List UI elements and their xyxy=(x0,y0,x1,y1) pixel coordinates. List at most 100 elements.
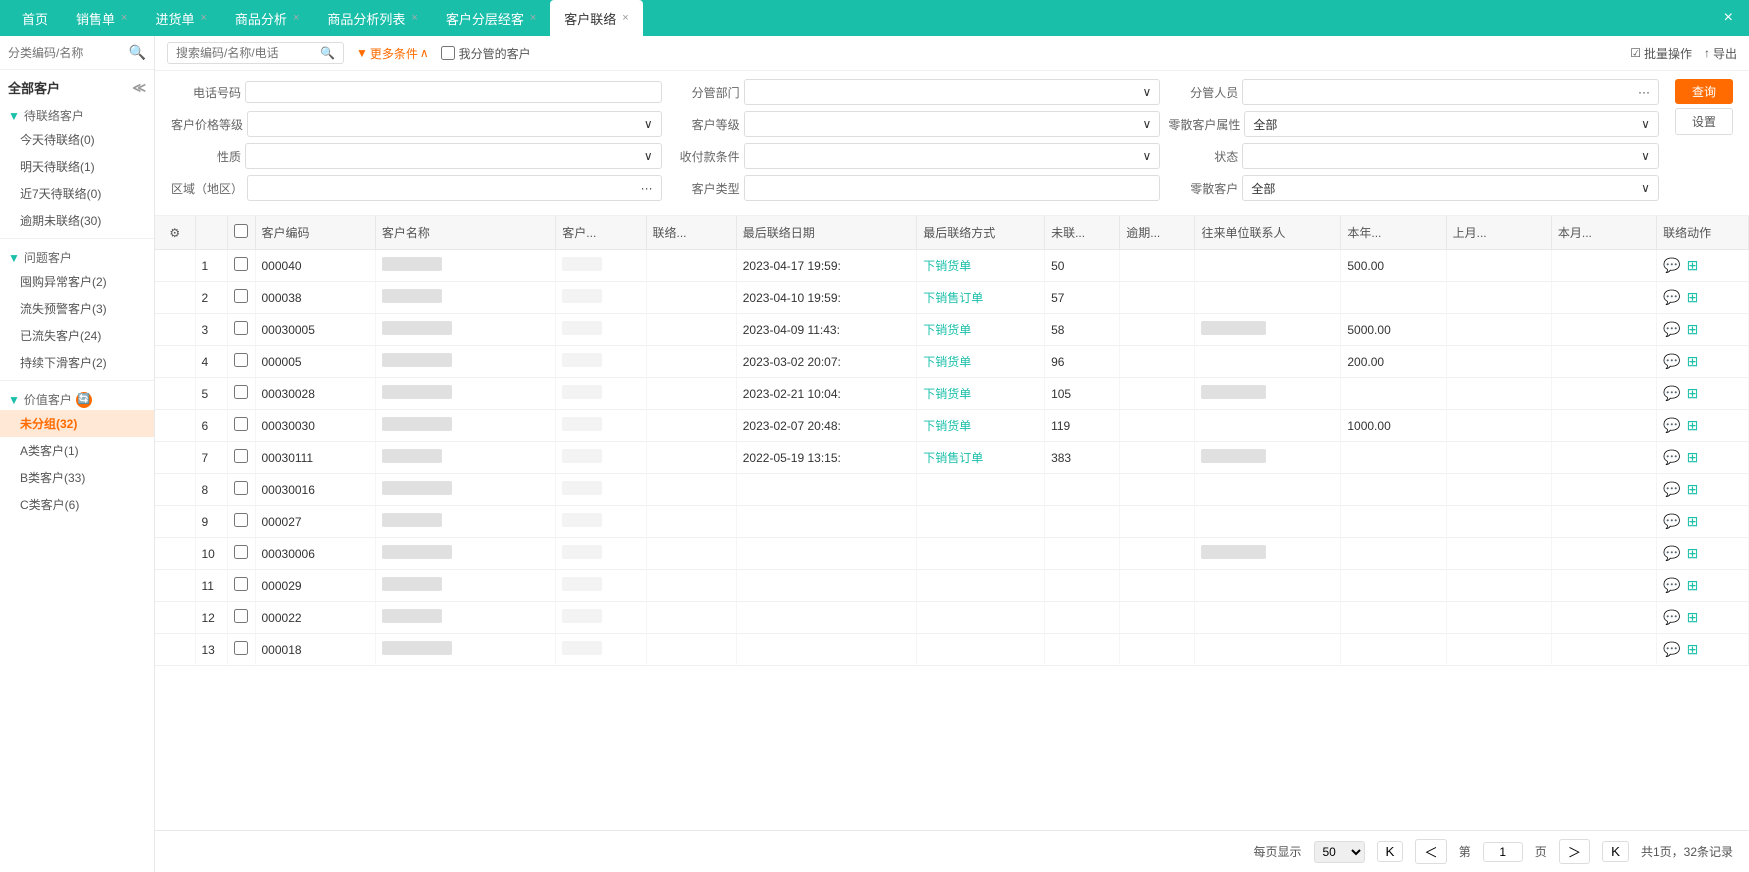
sidebar-item[interactable]: B类客户(33) xyxy=(0,464,154,491)
sidebar-item[interactable]: 逾期未联络(30) xyxy=(0,207,154,234)
sidebar-item[interactable]: 明天待联络(1) xyxy=(0,153,154,180)
next-page-btn[interactable]: ＞ xyxy=(1559,839,1590,864)
close-tab-customer-segmentation[interactable]: × xyxy=(530,12,536,24)
batch-operations-btn[interactable]: ☑ 批量操作 xyxy=(1630,45,1692,62)
chat-icon[interactable]: 💬 xyxy=(1663,257,1680,274)
contact-way-link[interactable]: 下销货单 xyxy=(923,387,971,401)
td-checkbox[interactable] xyxy=(227,538,255,570)
chat-icon[interactable]: 💬 xyxy=(1663,353,1680,370)
page-number-input[interactable] xyxy=(1483,842,1523,862)
nav-tab-sales[interactable]: 销售单 × xyxy=(62,0,141,36)
grid-icon[interactable]: ⊞ xyxy=(1687,289,1699,306)
contact-way-link[interactable]: 下销货单 xyxy=(923,355,971,369)
per-page-select[interactable]: 50 20 100 xyxy=(1314,841,1365,863)
nav-tab-customer-segmentation[interactable]: 客户分层经客 × xyxy=(432,0,550,36)
row-checkbox[interactable] xyxy=(234,449,248,463)
grid-icon[interactable]: ⊞ xyxy=(1687,353,1699,370)
chat-icon[interactable]: 💬 xyxy=(1663,609,1680,626)
main-search-icon[interactable]: 🔍 xyxy=(320,46,335,60)
chat-icon[interactable]: 💬 xyxy=(1663,577,1680,594)
contact-way-link[interactable]: 下销货单 xyxy=(923,419,971,433)
row-checkbox[interactable] xyxy=(234,481,248,495)
chat-icon[interactable]: 💬 xyxy=(1663,481,1680,498)
row-checkbox[interactable] xyxy=(234,513,248,527)
row-checkbox[interactable] xyxy=(234,641,248,655)
grid-icon[interactable]: ⊞ xyxy=(1687,417,1699,434)
price-level-select[interactable]: ∨ xyxy=(247,111,662,137)
more-conditions-btn[interactable]: ▼ 更多条件 ∧ xyxy=(356,45,429,62)
phone-input[interactable] xyxy=(245,81,662,103)
td-checkbox[interactable] xyxy=(227,314,255,346)
chat-icon[interactable]: 💬 xyxy=(1663,641,1680,658)
sidebar-item[interactable]: 近7天待联络(0) xyxy=(0,180,154,207)
row-checkbox[interactable] xyxy=(234,257,248,271)
collapse-icon[interactable]: ≪ xyxy=(132,80,146,96)
nature-select[interactable]: ∨ xyxy=(245,143,662,169)
sidebar-search-box[interactable]: 🔍 xyxy=(0,36,154,70)
close-tab-customer-contact[interactable]: × xyxy=(622,12,628,24)
status-select[interactable]: ∨ xyxy=(1242,143,1659,169)
td-checkbox[interactable] xyxy=(227,410,255,442)
row-checkbox[interactable] xyxy=(234,609,248,623)
close-tab-product-analysis-list[interactable]: × xyxy=(411,12,417,24)
grid-icon[interactable]: ⊞ xyxy=(1687,481,1699,498)
td-checkbox[interactable] xyxy=(227,250,255,282)
th-settings[interactable]: ⚙ xyxy=(155,216,195,250)
sparse-customer-select[interactable]: 全部∨ xyxy=(1242,175,1659,201)
all-customers-header[interactable]: 全部客户 ≪ xyxy=(0,70,154,101)
nav-tab-product-analysis-list[interactable]: 商品分析列表 × xyxy=(313,0,431,36)
grid-icon[interactable]: ⊞ xyxy=(1687,545,1699,562)
grid-icon[interactable]: ⊞ xyxy=(1687,513,1699,530)
my-customers-checkbox[interactable] xyxy=(441,46,455,60)
contact-way-link[interactable]: 下销售订单 xyxy=(923,291,983,305)
td-checkbox[interactable] xyxy=(227,378,255,410)
th-checkbox[interactable] xyxy=(227,216,255,250)
td-checkbox[interactable] xyxy=(227,474,255,506)
contact-way-link[interactable]: 下销货单 xyxy=(923,259,971,273)
sidebar-item[interactable]: 持续下滑客户(2) xyxy=(0,349,154,376)
td-checkbox[interactable] xyxy=(227,442,255,474)
row-checkbox[interactable] xyxy=(234,321,248,335)
sidebar-item[interactable]: 囤购异常客户(2) xyxy=(0,268,154,295)
last-page-btn[interactable]: K xyxy=(1602,841,1629,862)
td-checkbox[interactable] xyxy=(227,282,255,314)
chat-icon[interactable]: 💬 xyxy=(1663,545,1680,562)
row-checkbox[interactable] xyxy=(234,385,248,399)
td-checkbox[interactable] xyxy=(227,506,255,538)
region-select[interactable]: ··· xyxy=(247,175,662,201)
close-tab-product-analysis[interactable]: × xyxy=(293,12,299,24)
dept-select[interactable]: ∨ xyxy=(744,79,1161,105)
customer-level-select[interactable]: ∨ xyxy=(744,111,1161,137)
prev-page-btn[interactable]: ＜ xyxy=(1415,839,1446,864)
row-checkbox[interactable] xyxy=(234,353,248,367)
grid-icon[interactable]: ⊞ xyxy=(1687,385,1699,402)
td-checkbox[interactable] xyxy=(227,634,255,666)
contact-way-link[interactable]: 下销货单 xyxy=(923,323,971,337)
manager-select[interactable]: ··· xyxy=(1242,79,1659,105)
row-checkbox[interactable] xyxy=(234,289,248,303)
first-page-btn[interactable]: K xyxy=(1377,841,1404,862)
close-tab-purchase[interactable]: × xyxy=(200,12,206,24)
chat-icon[interactable]: 💬 xyxy=(1663,513,1680,530)
nav-tab-purchase[interactable]: 进货单 × xyxy=(141,0,220,36)
nav-tab-product-analysis[interactable]: 商品分析 × xyxy=(221,0,313,36)
main-search-box[interactable]: 🔍 xyxy=(167,42,344,64)
sidebar-item[interactable]: 流失预警客户(3) xyxy=(0,295,154,322)
sidebar-item[interactable]: 已流失客户(24) xyxy=(0,322,154,349)
td-checkbox[interactable] xyxy=(227,346,255,378)
td-checkbox[interactable] xyxy=(227,570,255,602)
sidebar-search-input[interactable] xyxy=(8,46,129,60)
sidebar-item[interactable]: 今天待联络(0) xyxy=(0,126,154,153)
my-customers-filter[interactable]: 我分管的客户 xyxy=(441,45,531,62)
sparse-attr-select[interactable]: 全部∨ xyxy=(1244,111,1659,137)
grid-icon[interactable]: ⊞ xyxy=(1687,609,1699,626)
select-all-checkbox[interactable] xyxy=(234,224,248,238)
reset-button[interactable]: 设置 xyxy=(1675,108,1733,135)
chat-icon[interactable]: 💬 xyxy=(1663,321,1680,338)
grid-icon[interactable]: ⊞ xyxy=(1687,449,1699,466)
sidebar-item[interactable]: A类客户(1) xyxy=(0,437,154,464)
query-button[interactable]: 查询 xyxy=(1675,79,1733,104)
chat-icon[interactable]: 💬 xyxy=(1663,289,1680,306)
grid-icon[interactable]: ⊞ xyxy=(1687,577,1699,594)
chat-icon[interactable]: 💬 xyxy=(1663,385,1680,402)
